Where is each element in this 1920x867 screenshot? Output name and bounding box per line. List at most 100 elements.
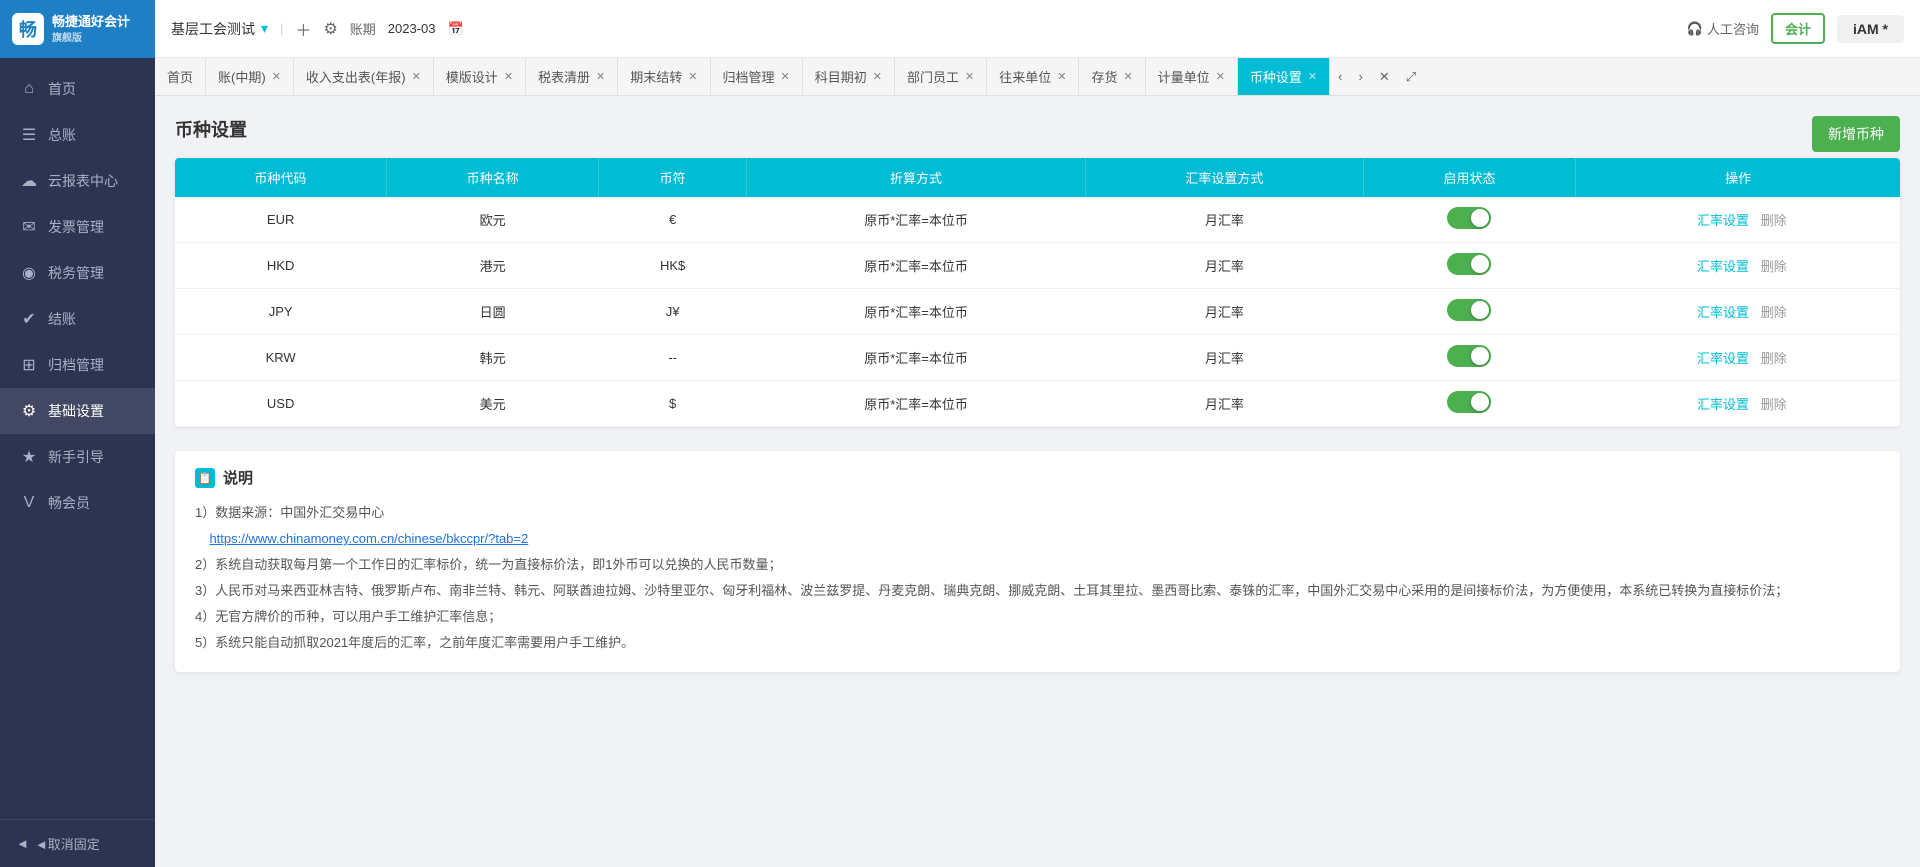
tab-expand-btn[interactable]: ⤢ [1398, 58, 1424, 95]
note-item-5: 5）系统只能自动抓取2021年度后的汇率，之前年度汇率需要用户手工维护。 [195, 630, 1880, 656]
toggle-3[interactable] [1447, 345, 1491, 367]
rate-settings-btn-2[interactable]: 汇率设置 [1697, 305, 1749, 320]
sidebar-footer[interactable]: ◄ ◄取消固定 [0, 819, 155, 867]
toggle-track-3 [1447, 345, 1491, 367]
sidebar-item-reports[interactable]: ☁云报表中心 [0, 158, 155, 204]
rate-settings-btn-0[interactable]: 汇率设置 [1697, 213, 1749, 228]
delete-btn-4[interactable]: 删除 [1761, 397, 1787, 412]
toggle-2[interactable] [1447, 299, 1491, 321]
sidebar-item-ledger[interactable]: ☰总账 [0, 112, 155, 158]
tab-close-8[interactable]: ✕ [965, 70, 974, 83]
col-header: 折算方式 [746, 158, 1085, 197]
sidebar-item-archive[interactable]: ⊞归档管理 [0, 342, 155, 388]
cell-actions-2: 汇率设置 删除 [1576, 289, 1900, 335]
tab-close-2[interactable]: ✕ [412, 70, 421, 83]
sidebar-item-guide[interactable]: ★新手引导 [0, 434, 155, 480]
tab-close-all-btn[interactable]: ✕ [1371, 58, 1398, 95]
notes-link[interactable]: https://www.chinamoney.com.cn/chinese/bk… [209, 531, 528, 546]
sidebar-item-home[interactable]: ⌂首页 [0, 66, 155, 112]
tab-12[interactable]: 币种设置✕ [1238, 58, 1330, 95]
tab-close-9[interactable]: ✕ [1057, 70, 1066, 83]
toggle-1[interactable] [1447, 253, 1491, 275]
col-header: 币种代码 [175, 158, 386, 197]
nav-label-reports: 云报表中心 [48, 171, 118, 191]
topbar-right: 🎧 人工咨询 会计 iAM * [1687, 13, 1904, 44]
toggle-4[interactable] [1447, 391, 1491, 413]
title-row: 币种设置 新增币种 [175, 116, 1900, 158]
rate-settings-btn-1[interactable]: 汇率设置 [1697, 259, 1749, 274]
tab-7[interactable]: 科目期初 ✕ [803, 58, 895, 95]
tab-close-4[interactable]: ✕ [596, 70, 605, 83]
tab-close-6[interactable]: ✕ [781, 70, 790, 83]
delete-btn-0[interactable]: 删除 [1761, 213, 1787, 228]
tab-6[interactable]: 归档管理✕ [711, 58, 803, 95]
tab-next-btn[interactable]: › [1350, 58, 1370, 95]
account-button[interactable]: 会计 [1771, 13, 1825, 44]
delete-btn-3[interactable]: 删除 [1761, 351, 1787, 366]
sidebar-nav: ⌂首页☰总账☁云报表中心✉发票管理◉税务管理✔结账⊞归档管理⚙基础设置★新手引导… [0, 58, 155, 819]
tab-1[interactable]: 账(中期)✕ [206, 58, 294, 95]
toggle-track-4 [1447, 391, 1491, 413]
tab-label-0: 首页 [167, 67, 193, 86]
sidebar-item-invoice[interactable]: ✉发票管理 [0, 204, 155, 250]
toggle-0[interactable] [1447, 207, 1491, 229]
calendar-icon[interactable]: 📅 [448, 21, 464, 37]
sidebar-item-member[interactable]: V畅会员 [0, 480, 155, 526]
note-item-0: 1）数据来源：中国外汇交易中心 [195, 500, 1880, 526]
cell-name-1: 港元 [386, 243, 599, 289]
sidebar-item-settings[interactable]: ⚙基础设置 [0, 388, 155, 434]
tabbar: 首页账(中期)✕收入支出表(年报)✕模版设计✕税表清册✕期末结转✕归档管理✕科目… [155, 58, 1920, 96]
cell-rate-type-4: 月汇率 [1086, 381, 1364, 427]
cell-calc-4: 原币*汇率=本位币 [746, 381, 1085, 427]
logo-sub: 旗舰版 [52, 29, 130, 44]
tab-label-10: 存货 [1091, 67, 1117, 86]
tab-prev-btn[interactable]: ‹ [1330, 58, 1350, 95]
nav-icon-checkout: ✔ [20, 309, 38, 329]
tab-10[interactable]: 存货 ✕ [1079, 58, 1145, 95]
new-currency-btn[interactable]: 新增币种 [1812, 116, 1900, 152]
tab-close-3[interactable]: ✕ [504, 70, 513, 83]
tab-2[interactable]: 收入支出表(年报)✕ [294, 58, 434, 95]
delete-btn-2[interactable]: 删除 [1761, 305, 1787, 320]
tab-5[interactable]: 期末结转✕ [618, 58, 710, 95]
tab-close-10[interactable]: ✕ [1123, 70, 1132, 83]
nav-icon-archive: ⊞ [20, 355, 38, 375]
tab-close-11[interactable]: ✕ [1216, 70, 1225, 83]
col-header: 币种名称 [386, 158, 599, 197]
tab-0[interactable]: 首页 [155, 58, 206, 95]
tab-9[interactable]: 往来单位✕ [987, 58, 1079, 95]
sidebar-item-checkout[interactable]: ✔结账 [0, 296, 155, 342]
tab-11[interactable]: 计量单位✕ [1146, 58, 1238, 95]
iam-badge[interactable]: iAM * [1837, 15, 1904, 43]
delete-btn-1[interactable]: 删除 [1761, 259, 1787, 274]
tab-8[interactable]: 部门员工 ✕ [895, 58, 987, 95]
tab-label-8: 部门员工 [907, 67, 959, 86]
tab-close-12[interactable]: ✕ [1308, 70, 1317, 83]
col-header: 操作 [1576, 158, 1900, 197]
col-header: 启用状态 [1363, 158, 1576, 197]
cell-actions-0: 汇率设置 删除 [1576, 197, 1900, 243]
tab-label-7: 科目期初 [815, 67, 867, 86]
tab-3[interactable]: 模版设计✕ [434, 58, 526, 95]
tab-4[interactable]: 税表清册✕ [526, 58, 618, 95]
nav-icon-home: ⌂ [20, 80, 38, 98]
toggle-thumb-4 [1471, 393, 1489, 411]
notes-list: 1）数据来源：中国外汇交易中心 https://www.chinamoney.c… [195, 500, 1880, 656]
support-button[interactable]: 🎧 人工咨询 [1687, 19, 1759, 38]
rate-settings-btn-4[interactable]: 汇率设置 [1697, 397, 1749, 412]
nav-icon-invoice: ✉ [20, 217, 38, 237]
company-name: 基层工会测试 ▾ [171, 19, 268, 39]
tab-close-7[interactable]: ✕ [873, 70, 882, 83]
tab-close-1[interactable]: ✕ [272, 70, 281, 83]
sidebar-item-tax[interactable]: ◉税务管理 [0, 250, 155, 296]
add-company-btn[interactable]: ＋ [295, 17, 311, 41]
nav-icon-settings: ⚙ [20, 401, 38, 421]
company-dropdown-icon[interactable]: ▾ [261, 20, 268, 37]
rate-settings-btn-3[interactable]: 汇率设置 [1697, 351, 1749, 366]
toggle-thumb-3 [1471, 347, 1489, 365]
logo-icon: 畅 [12, 13, 44, 45]
tab-close-5[interactable]: ✕ [688, 70, 697, 83]
company-settings-icon[interactable]: ⚙ [323, 19, 337, 39]
notes-section: 📋 说明 1）数据来源：中国外汇交易中心 https://www.chinamo… [175, 451, 1900, 672]
nav-icon-guide: ★ [20, 447, 38, 467]
